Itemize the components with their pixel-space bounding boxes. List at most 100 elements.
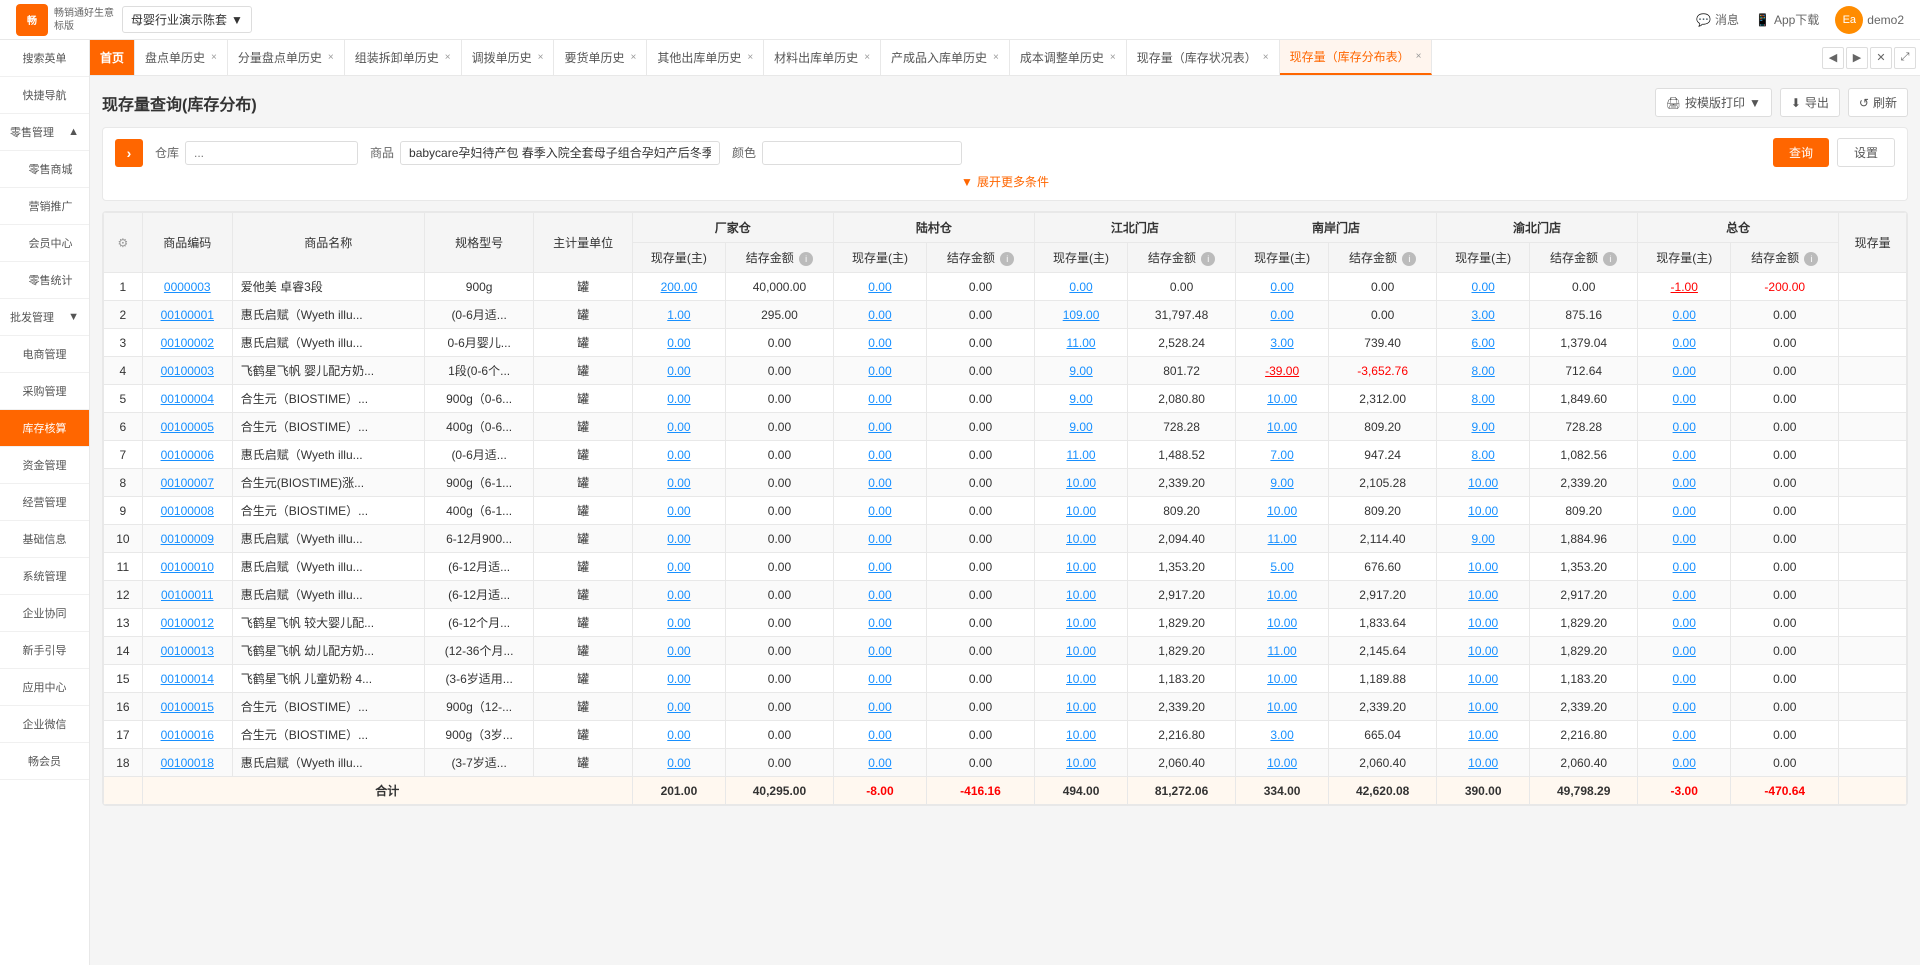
sidebar-item-appcenter[interactable]: 应用中心 [0, 669, 89, 706]
cell-yb-qty: 3.00 [1437, 301, 1530, 329]
collapse-toggle[interactable]: › [115, 139, 143, 167]
cell-cjc-qty: 0.00 [632, 441, 725, 469]
close-icon[interactable]: × [747, 52, 753, 63]
sidebar-item-wholesale[interactable]: 批发管理 ▼ [0, 299, 89, 336]
export-btn[interactable]: ⬇ 导出 [1780, 88, 1840, 117]
close-icon[interactable]: × [1416, 51, 1422, 62]
sidebar-item-member2[interactable]: 畅会员 [0, 743, 89, 780]
cell-cjc-qty: 0.00 [632, 665, 725, 693]
cell-name: 合生元(BIOSTIME)涨... [232, 469, 424, 497]
sidebar-item-marketing[interactable]: 营销推广 [0, 188, 89, 225]
sidebar-item-nav[interactable]: 快捷导航 [0, 77, 89, 114]
nav-close-btn[interactable]: ✕ [1870, 47, 1892, 69]
cell-lcc-qty: 0.00 [833, 665, 926, 693]
color-input[interactable] [762, 141, 962, 165]
sidebar-item-wechat[interactable]: 企业微信 [0, 706, 89, 743]
cell-na-amt: 0.00 [1329, 301, 1437, 329]
cell-zc-qty: -1.00 [1638, 273, 1731, 301]
cell-spec: (0-6月适... [424, 441, 534, 469]
print-btn[interactable]: 🖨 按模版打印 ▼ [1655, 88, 1772, 117]
cell-zc-amt: 0.00 [1731, 497, 1839, 525]
cell-spec: 900g [424, 273, 534, 301]
nav-prev-btn[interactable]: ◀ [1822, 47, 1844, 69]
warehouse-label: 仓库 [155, 144, 179, 161]
cell-na-qty: 10.00 [1235, 497, 1328, 525]
tab-assembly[interactable]: 组装拆卸单历史 × [345, 40, 462, 75]
th-settings[interactable]: ⚙ [104, 213, 143, 273]
tab-transfer[interactable]: 调拨单历史 × [462, 40, 555, 75]
sidebar-item-retail-mgmt[interactable]: 零售管理 ▲ [0, 114, 89, 151]
sidebar-item-ecommerce[interactable]: 电商管理 [0, 336, 89, 373]
cell-na-qty: 9.00 [1235, 469, 1328, 497]
close-icon[interactable]: × [445, 52, 451, 63]
sidebar-item-finance[interactable]: 资金管理 [0, 447, 89, 484]
footer-lcc-qty: -8.00 [833, 777, 926, 805]
tab-requisition[interactable]: 要货单历史 × [554, 40, 647, 75]
username: demo2 [1867, 13, 1904, 27]
close-icon[interactable]: × [864, 52, 870, 63]
cell-unit: 罐 [534, 273, 632, 301]
cell-yb-amt: 712.64 [1530, 357, 1638, 385]
cell-zc-qty: 0.00 [1638, 469, 1731, 497]
close-icon[interactable]: × [630, 52, 636, 63]
close-icon[interactable]: × [211, 52, 217, 63]
sidebar-item-purchase[interactable]: 采购管理 [0, 373, 89, 410]
cell-code: 00100009 [142, 525, 232, 553]
cell-name: 飞鹤星飞帆 儿童奶粉 4... [232, 665, 424, 693]
cell-na-amt: 809.20 [1329, 413, 1437, 441]
sidebar-item-retail-stats[interactable]: 零售统计 [0, 262, 89, 299]
sidebar-item-retail-shop[interactable]: 零售商城 [0, 151, 89, 188]
close-icon[interactable]: × [538, 52, 544, 63]
close-icon[interactable]: × [1263, 52, 1269, 63]
sidebar-item-basics[interactable]: 基础信息 [0, 521, 89, 558]
sidebar-item-members[interactable]: 会员中心 [0, 225, 89, 262]
store-name: 母婴行业演示陈套 [131, 11, 227, 28]
sidebar-item-inventory[interactable]: 库存核算 [0, 410, 89, 447]
nav-next-btn[interactable]: ▶ [1846, 47, 1868, 69]
query-btn[interactable]: 查询 [1773, 138, 1829, 167]
messages-btn[interactable]: 💬 消息 [1696, 11, 1739, 28]
tab-product-in[interactable]: 产成品入库单历史 × [881, 40, 1010, 75]
footer-cjc-qty: 201.00 [632, 777, 725, 805]
cell-no: 8 [104, 469, 143, 497]
cell-cjc-qty: 0.00 [632, 553, 725, 581]
tab-stock-status[interactable]: 现存量（库存状况表） × [1127, 40, 1280, 75]
th-jb-amt: 结存金额 i [1128, 243, 1236, 273]
top-bar-right: 💬 消息 📱 App下载 Ea demo2 [1696, 6, 1904, 34]
cell-zc-qty: 0.00 [1638, 497, 1731, 525]
cell-yb-amt: 875.16 [1530, 301, 1638, 329]
user-area[interactable]: Ea demo2 [1835, 6, 1904, 34]
store-selector[interactable]: 母婴行业演示陈套 ▼ [122, 6, 252, 33]
sidebar-item-search[interactable]: 搜索英单 [0, 40, 89, 77]
close-icon[interactable]: × [1110, 52, 1116, 63]
close-icon[interactable]: × [993, 52, 999, 63]
warehouse-input[interactable] [185, 141, 358, 165]
cell-lcc-amt: 0.00 [927, 693, 1035, 721]
cell-lcc-amt: 0.00 [927, 665, 1035, 693]
cell-code: 00100011 [142, 581, 232, 609]
app-download-btn[interactable]: 📱 App下载 [1755, 11, 1819, 28]
goods-input[interactable] [400, 141, 720, 165]
cell-unit: 罐 [534, 749, 632, 777]
cell-na-qty: 7.00 [1235, 441, 1328, 469]
cell-jb-qty: 10.00 [1034, 609, 1127, 637]
cell-na-amt: 739.40 [1329, 329, 1437, 357]
table-row: 7 00100006 惠氏启赋（Wyeth illu... (0-6月适... … [104, 441, 1907, 469]
tab-inventory-count[interactable]: 盘点单历史 × [135, 40, 228, 75]
tab-stock-dist[interactable]: 现存量（库存分布表） × [1280, 40, 1433, 75]
close-icon[interactable]: × [328, 52, 334, 63]
tab-cost-adjust[interactable]: 成本调整单历史 × [1010, 40, 1127, 75]
refresh-btn[interactable]: ↺ 刷新 [1848, 88, 1908, 117]
tab-portion-count[interactable]: 分量盘点单历史 × [228, 40, 345, 75]
nav-expand-btn[interactable]: ⤢ [1894, 47, 1916, 69]
sidebar-item-collab[interactable]: 企业协同 [0, 595, 89, 632]
tab-label: 现存量（库存状况表） [1137, 49, 1257, 66]
sidebar-item-operations[interactable]: 经营管理 [0, 484, 89, 521]
tab-material-out[interactable]: 材料出库单历史 × [764, 40, 881, 75]
expand-conditions[interactable]: ▼ 展开更多条件 [115, 173, 1895, 190]
tab-other-out[interactable]: 其他出库单历史 × [647, 40, 764, 75]
sidebar-item-guide[interactable]: 新手引导 [0, 632, 89, 669]
sidebar-item-system[interactable]: 系统管理 [0, 558, 89, 595]
tab-home[interactable]: 首页 [90, 40, 135, 75]
settings-btn[interactable]: 设置 [1837, 138, 1895, 167]
